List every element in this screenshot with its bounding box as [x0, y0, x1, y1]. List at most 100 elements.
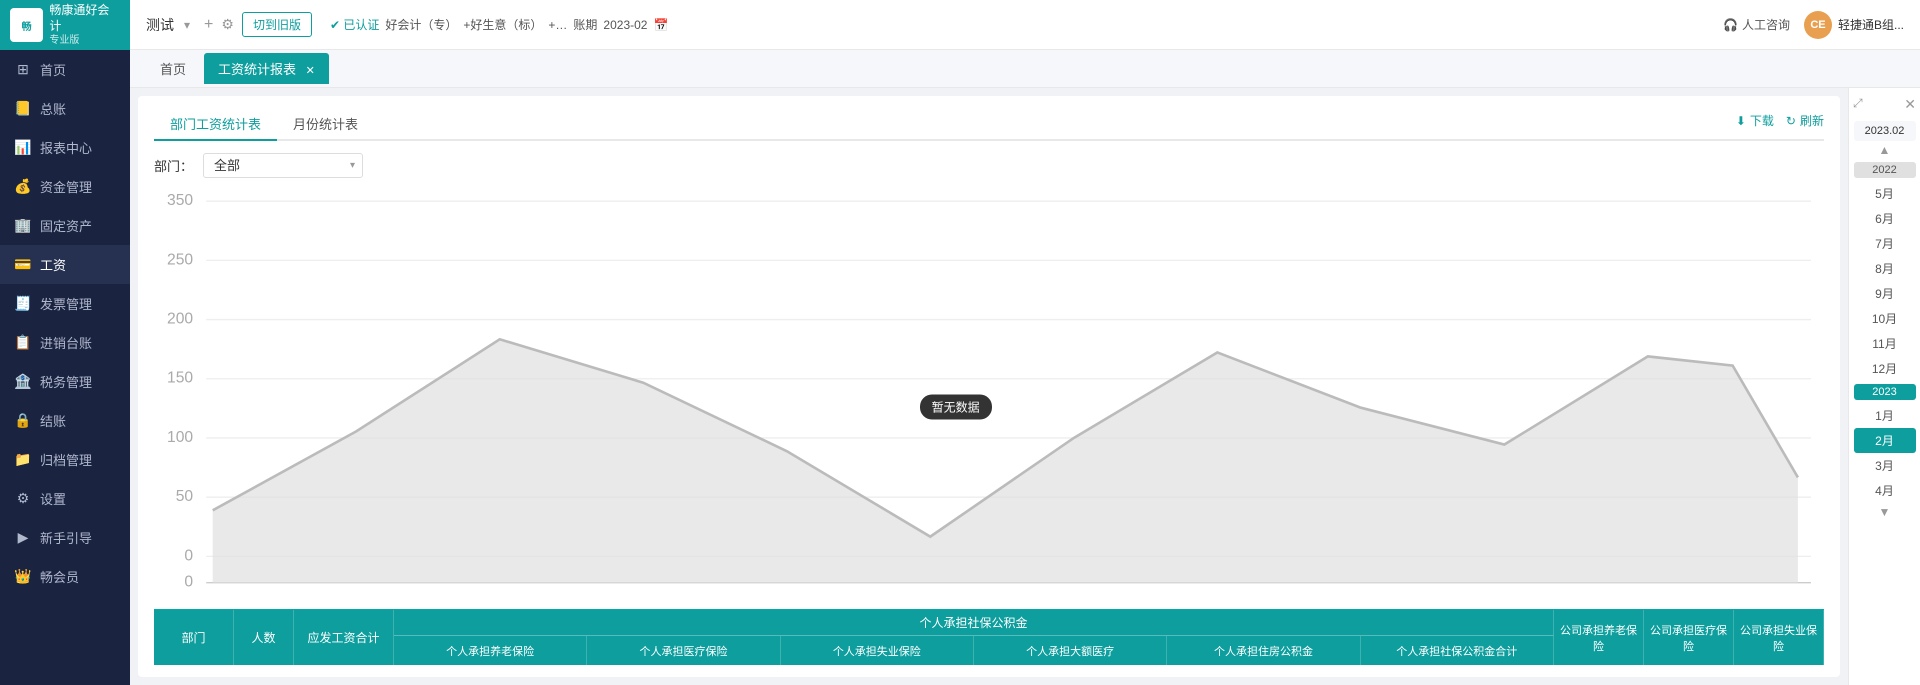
- date-nav-up[interactable]: ▲: [1877, 141, 1893, 159]
- chart-svg: 0 0 50 100 150 200 250 350: [154, 188, 1824, 609]
- sidebar-label-sales: 进销台账: [40, 333, 92, 352]
- th-unemployment: 个人承担失业保险: [781, 636, 974, 665]
- sidebar-item-assets[interactable]: 🏢固定资产: [0, 206, 130, 245]
- month-item-11月[interactable]: 11月: [1854, 331, 1916, 356]
- funds-icon: 💰: [14, 178, 32, 195]
- month-item-12月[interactable]: 12月: [1854, 356, 1916, 381]
- assets-icon: 🏢: [14, 217, 32, 234]
- month-item-6月[interactable]: 6月: [1854, 206, 1916, 231]
- closing-icon: 🔒: [14, 412, 32, 429]
- tabs-bar: 首页 工资统计报表 ✕: [130, 50, 1920, 88]
- th-people: 人数: [234, 610, 294, 665]
- sidebar-item-guide[interactable]: ▶新手引导: [0, 518, 130, 557]
- sidebar-label-reports: 报表中心: [40, 138, 92, 157]
- topbar-actions: + ⚙ 切到旧版: [204, 12, 312, 37]
- sidebar-item-reports[interactable]: 📊报表中心: [0, 128, 130, 167]
- sub-tab-dept[interactable]: 部门工资统计表: [154, 108, 277, 141]
- th-total-personal: 个人承担社保公积金合计: [1361, 636, 1554, 665]
- th-company-medical: 公司承担医疗保险: [1644, 610, 1734, 665]
- sales-icon: 📋: [14, 334, 32, 351]
- tab-salary-report[interactable]: 工资统计报表 ✕: [204, 53, 329, 84]
- add-icon[interactable]: +: [204, 16, 213, 34]
- archive-icon: 📁: [14, 451, 32, 468]
- svg-text:350: 350: [167, 192, 193, 209]
- sub-tab-monthly[interactable]: 月份统计表: [277, 108, 374, 141]
- sidebar-label-invoices: 发票管理: [40, 294, 92, 313]
- sidebar-label-vip: 畅会员: [40, 567, 79, 586]
- sub-tabs: 部门工资统计表 月份统计表 ⬇ 下载 ↻ 刷新: [154, 108, 1824, 141]
- month-item-2023-4月[interactable]: 4月: [1854, 478, 1916, 503]
- sidebar-item-sales[interactable]: 📋 进销台账: [0, 323, 130, 362]
- th-personal-group: 个人承担社保公积金 个人承担养老保险 个人承担医疗保险 个人承担失业保险 个人承…: [394, 610, 1554, 665]
- sidebar-item-closing[interactable]: 🔒结账: [0, 401, 130, 440]
- chart-area: 0 0 50 100 150 200 250 350 暂无数据: [154, 188, 1824, 609]
- sidebar: 畅 畅康通好会计 专业版 ⊞首页📒总账📊报表中心💰资金管理🏢固定资产💳工资🧾发票…: [0, 0, 130, 685]
- date-months-list: 2022 5月6月7月8月9月10月11月12月: [1854, 159, 1916, 381]
- svg-text:100: 100: [167, 429, 193, 446]
- invoices-icon: 🧾: [14, 295, 32, 312]
- tab-home[interactable]: 首页: [146, 53, 200, 84]
- calendar-icon[interactable]: 📅: [653, 18, 668, 32]
- topbar-dropdown[interactable]: ▾: [184, 18, 190, 32]
- panel-close-icon[interactable]: ✕: [1904, 96, 1916, 113]
- refresh-icon: ↻: [1786, 114, 1796, 128]
- sidebar-nav: ⊞首页📒总账📊报表中心💰资金管理🏢固定资产💳工资🧾发票管理📋进销台账🏦税务管理🔒…: [0, 50, 130, 596]
- svg-text:50: 50: [176, 488, 194, 505]
- sidebar-item-funds[interactable]: 💰资金管理: [0, 167, 130, 206]
- refresh-button[interactable]: ↻ 刷新: [1786, 112, 1824, 129]
- month-item-2023-1月[interactable]: 1月: [1854, 403, 1916, 428]
- date-nav-down[interactable]: ▼: [1877, 503, 1893, 521]
- guide-icon: ▶: [14, 529, 32, 546]
- dept-select[interactable]: 全部 研发部 销售部 行政部 财务部: [203, 153, 363, 178]
- sidebar-item-salary[interactable]: 💳 工资: [0, 245, 130, 284]
- period-value: 2023-02: [603, 18, 647, 32]
- sidebar-label-ledger: 总账: [40, 99, 66, 118]
- settings-icon: ⚙: [14, 490, 32, 507]
- product-badge-1: 好会计（专）: [385, 16, 457, 33]
- table-header: 部门 人数 应发工资合计 个人承担社保公积金 个人承担养老保险 个人承担医疗保险…: [154, 609, 1824, 665]
- year-badge-2022: 2022: [1854, 162, 1916, 178]
- home-icon: ⊞: [14, 61, 32, 78]
- month-item-5月[interactable]: 5月: [1854, 181, 1916, 206]
- month-item-9月[interactable]: 9月: [1854, 281, 1916, 306]
- switch-old-button[interactable]: 切到旧版: [242, 12, 312, 37]
- topbar-title: 测试: [146, 15, 174, 35]
- svg-text:250: 250: [167, 251, 193, 268]
- sidebar-item-tax[interactable]: 🏦税务管理: [0, 362, 130, 401]
- dept-select-wrapper: 全部 研发部 销售部 行政部 财务部 ▾: [203, 153, 363, 178]
- th-housing-fund: 个人承担住房公积金: [1167, 636, 1360, 665]
- svg-text:0: 0: [184, 547, 193, 564]
- sidebar-item-home[interactable]: ⊞首页: [0, 50, 130, 89]
- svg-text:150: 150: [167, 370, 193, 387]
- user-menu[interactable]: CE 轻捷通B组...: [1804, 11, 1904, 39]
- toolbar-row: 部门： 全部 研发部 销售部 行政部 财务部 ▾: [154, 153, 1824, 178]
- month-item-2023-2月[interactable]: 2月: [1854, 428, 1916, 453]
- month-item-8月[interactable]: 8月: [1854, 256, 1916, 281]
- tab-close-icon[interactable]: ✕: [306, 65, 315, 77]
- month-item-10月[interactable]: 10月: [1854, 306, 1916, 331]
- tax-icon: 🏦: [14, 373, 32, 390]
- panel-expand-icon[interactable]: ⤢: [1853, 96, 1863, 113]
- sidebar-item-invoices[interactable]: 🧾 发票管理: [0, 284, 130, 323]
- ledger-icon: 📒: [14, 100, 32, 117]
- th-company-pension: 公司承担养老保险: [1554, 610, 1644, 665]
- sidebar-item-archive[interactable]: 📁归档管理: [0, 440, 130, 479]
- sidebar-item-ledger[interactable]: 📒 总账: [0, 89, 130, 128]
- content-area: 部门工资统计表 月份统计表 ⬇ 下载 ↻ 刷新: [130, 88, 1920, 685]
- svg-text:200: 200: [167, 310, 193, 327]
- th-company-unemployment: 公司承担失业保险: [1734, 610, 1824, 665]
- topbar-right: 🎧 人工咨询 CE 轻捷通B组...: [1723, 11, 1904, 39]
- logo-text: 畅康通好会计 专业版: [49, 3, 120, 47]
- month-item-7月[interactable]: 7月: [1854, 231, 1916, 256]
- sidebar-item-settings[interactable]: ⚙设置: [0, 479, 130, 518]
- date-header[interactable]: 2023.02: [1854, 121, 1916, 141]
- download-button[interactable]: ⬇ 下载: [1736, 112, 1774, 129]
- month-item-2023-3月[interactable]: 3月: [1854, 453, 1916, 478]
- support-button[interactable]: 🎧 人工咨询: [1723, 16, 1790, 33]
- settings-icon[interactable]: ⚙: [221, 16, 234, 33]
- salary-icon: 💳: [14, 256, 32, 273]
- th-total-salary: 应发工资合计: [294, 610, 394, 665]
- sidebar-label-salary: 工资: [40, 255, 66, 274]
- sidebar-item-vip[interactable]: 👑畅会员: [0, 557, 130, 596]
- th-dept: 部门: [154, 610, 234, 665]
